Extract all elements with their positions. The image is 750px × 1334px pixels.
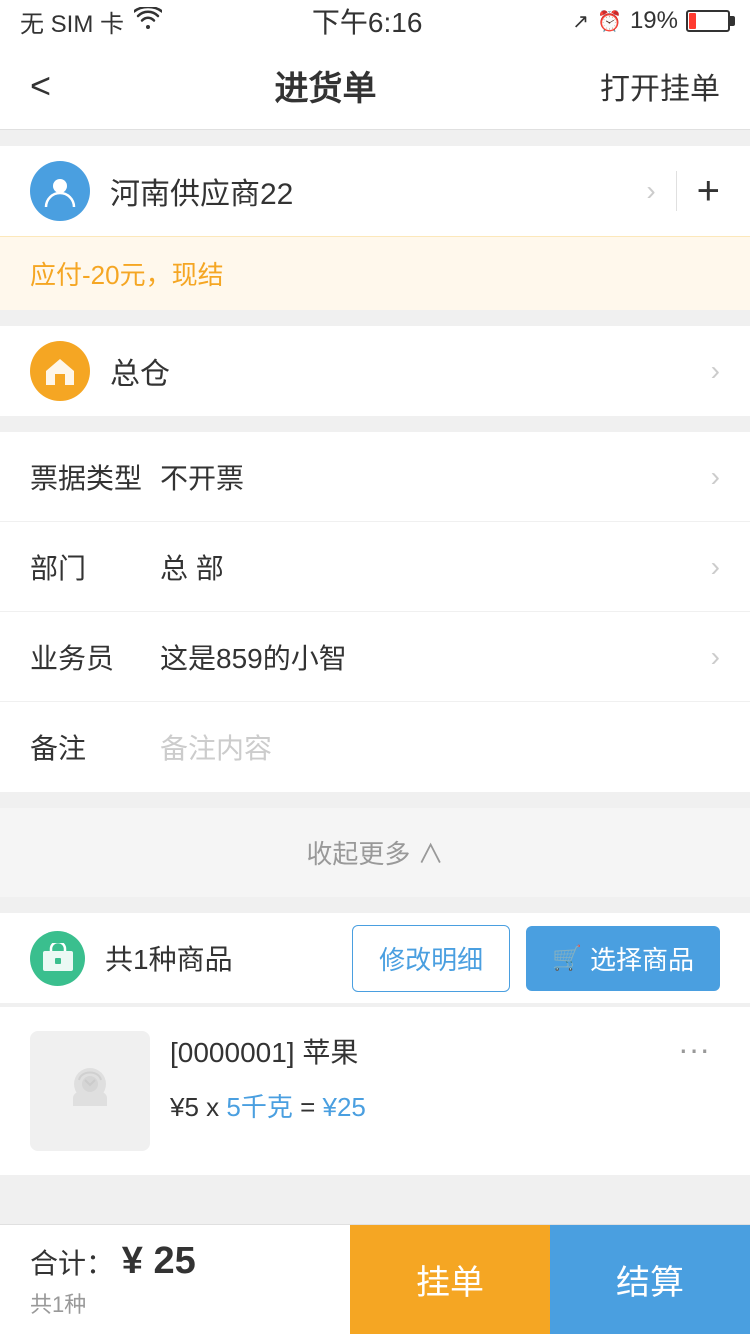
price-separator: x — [206, 1092, 226, 1122]
warehouse-chevron-icon: › — [711, 355, 720, 387]
products-icon — [30, 931, 85, 986]
warehouse-section[interactable]: 总仓 › — [0, 326, 750, 416]
total-amount: ¥ 25 — [122, 1240, 196, 1282]
supplier-name: 河南供应商22 — [110, 169, 636, 213]
salesman-value: 这是859的小智 — [160, 637, 701, 677]
separator-1 — [0, 130, 750, 146]
quantity: 5千克 — [226, 1092, 292, 1122]
total-sub: 共1种 — [30, 1287, 320, 1319]
remark-placeholder[interactable]: 备注内容 — [160, 727, 720, 767]
equals-sign: = — [300, 1092, 322, 1122]
product-title: 苹果 — [302, 1037, 358, 1068]
form-section: 票据类型 不开票 › 部门 总 部 › 业务员 这是859的小智 › 备注 备注… — [0, 432, 750, 792]
checkout-button[interactable]: 结算 — [550, 1225, 750, 1334]
product-thumbnail — [30, 1031, 150, 1151]
status-right: ↗ ⏰ 19% — [572, 7, 730, 35]
edit-details-button[interactable]: 修改明细 — [352, 925, 510, 992]
select-product-button[interactable]: 🛒 选择商品 — [526, 926, 720, 991]
separator-2 — [0, 897, 750, 913]
back-button[interactable]: < — [30, 65, 51, 107]
salesman-row[interactable]: 业务员 这是859的小智 › — [0, 612, 750, 702]
carrier-label: 无 SIM 卡 — [20, 4, 124, 39]
invoice-value: 不开票 — [160, 457, 701, 497]
product-info: [0000001] 苹果 ¥5 x 5千克 = ¥25 — [170, 1031, 648, 1124]
product-price: ¥5 x 5千克 = ¥25 — [170, 1087, 648, 1124]
product-more-button[interactable]: ··· — [668, 1031, 720, 1068]
content: 河南供应商22 › + 应付-20元，现结 总仓 › 票据类型 不开票 › — [0, 130, 750, 1295]
products-header: 共1种商品 修改明细 🛒 选择商品 — [0, 913, 750, 1003]
open-hang-button[interactable]: 打开挂单 — [600, 64, 720, 108]
warehouse-name: 总仓 — [110, 349, 701, 393]
status-bar: 无 SIM 卡 下午6:16 ↗ ⏰ 19% — [0, 0, 750, 42]
location-icon: ↗ — [572, 9, 589, 34]
products-count: 共1种商品 — [105, 938, 352, 978]
salesman-label: 业务员 — [30, 637, 160, 677]
battery-icon — [686, 10, 730, 32]
warehouse-row[interactable]: 总仓 › — [0, 326, 750, 416]
salesman-chevron-icon: › — [711, 641, 720, 673]
supplier-avatar — [30, 161, 90, 221]
status-left: 无 SIM 卡 — [20, 4, 162, 39]
dept-value: 总 部 — [160, 547, 701, 587]
dept-chevron-icon: › — [711, 551, 720, 583]
bottom-bar: 合计： ¥ 25 共1种 挂单 结算 — [0, 1224, 750, 1334]
separator-3 — [0, 1003, 750, 1005]
collapse-label: 收起更多 ∧ — [306, 839, 443, 869]
invoice-row[interactable]: 票据类型 不开票 › — [0, 432, 750, 522]
product-id: [0000001] — [170, 1037, 302, 1068]
remark-row[interactable]: 备注 备注内容 — [0, 702, 750, 792]
select-product-label: 选择商品 — [590, 940, 694, 977]
total-price: ¥25 — [323, 1092, 366, 1122]
add-supplier-button[interactable]: + — [697, 171, 720, 211]
total-row: 合计： ¥ 25 — [30, 1240, 320, 1283]
supplier-chevron-icon: › — [646, 175, 655, 207]
nav-bar: < 进货单 打开挂单 — [0, 42, 750, 130]
supplier-row[interactable]: 河南供应商22 › + — [0, 146, 750, 236]
status-time: 下午6:16 — [312, 1, 423, 41]
supplier-section: 河南供应商22 › + 应付-20元，现结 — [0, 146, 750, 310]
warehouse-icon — [30, 341, 90, 401]
total-label: 合计： — [30, 1248, 114, 1279]
wifi-icon — [134, 7, 162, 36]
unit-price: ¥5 — [170, 1092, 199, 1122]
supplier-divider — [676, 171, 677, 211]
select-product-icon: 🛒 — [552, 944, 582, 973]
invoice-label: 票据类型 — [30, 457, 160, 497]
collapse-bar[interactable]: 收起更多 ∧ — [0, 808, 750, 897]
remark-label: 备注 — [30, 727, 160, 767]
dept-row[interactable]: 部门 总 部 › — [0, 522, 750, 612]
alarm-icon: ⏰ — [597, 9, 622, 34]
page-title: 进货单 — [275, 61, 377, 110]
product-name: [0000001] 苹果 — [170, 1031, 648, 1071]
dept-label: 部门 — [30, 547, 160, 587]
supplier-notice: 应付-20元，现结 — [0, 236, 750, 310]
product-item: [0000001] 苹果 ¥5 x 5千克 = ¥25 ··· — [0, 1007, 750, 1175]
invoice-chevron-icon: › — [711, 461, 720, 493]
hang-order-button[interactable]: 挂单 — [350, 1225, 550, 1334]
battery-percent: 19% — [630, 7, 678, 35]
total-section: 合计： ¥ 25 共1种 — [0, 1240, 350, 1319]
